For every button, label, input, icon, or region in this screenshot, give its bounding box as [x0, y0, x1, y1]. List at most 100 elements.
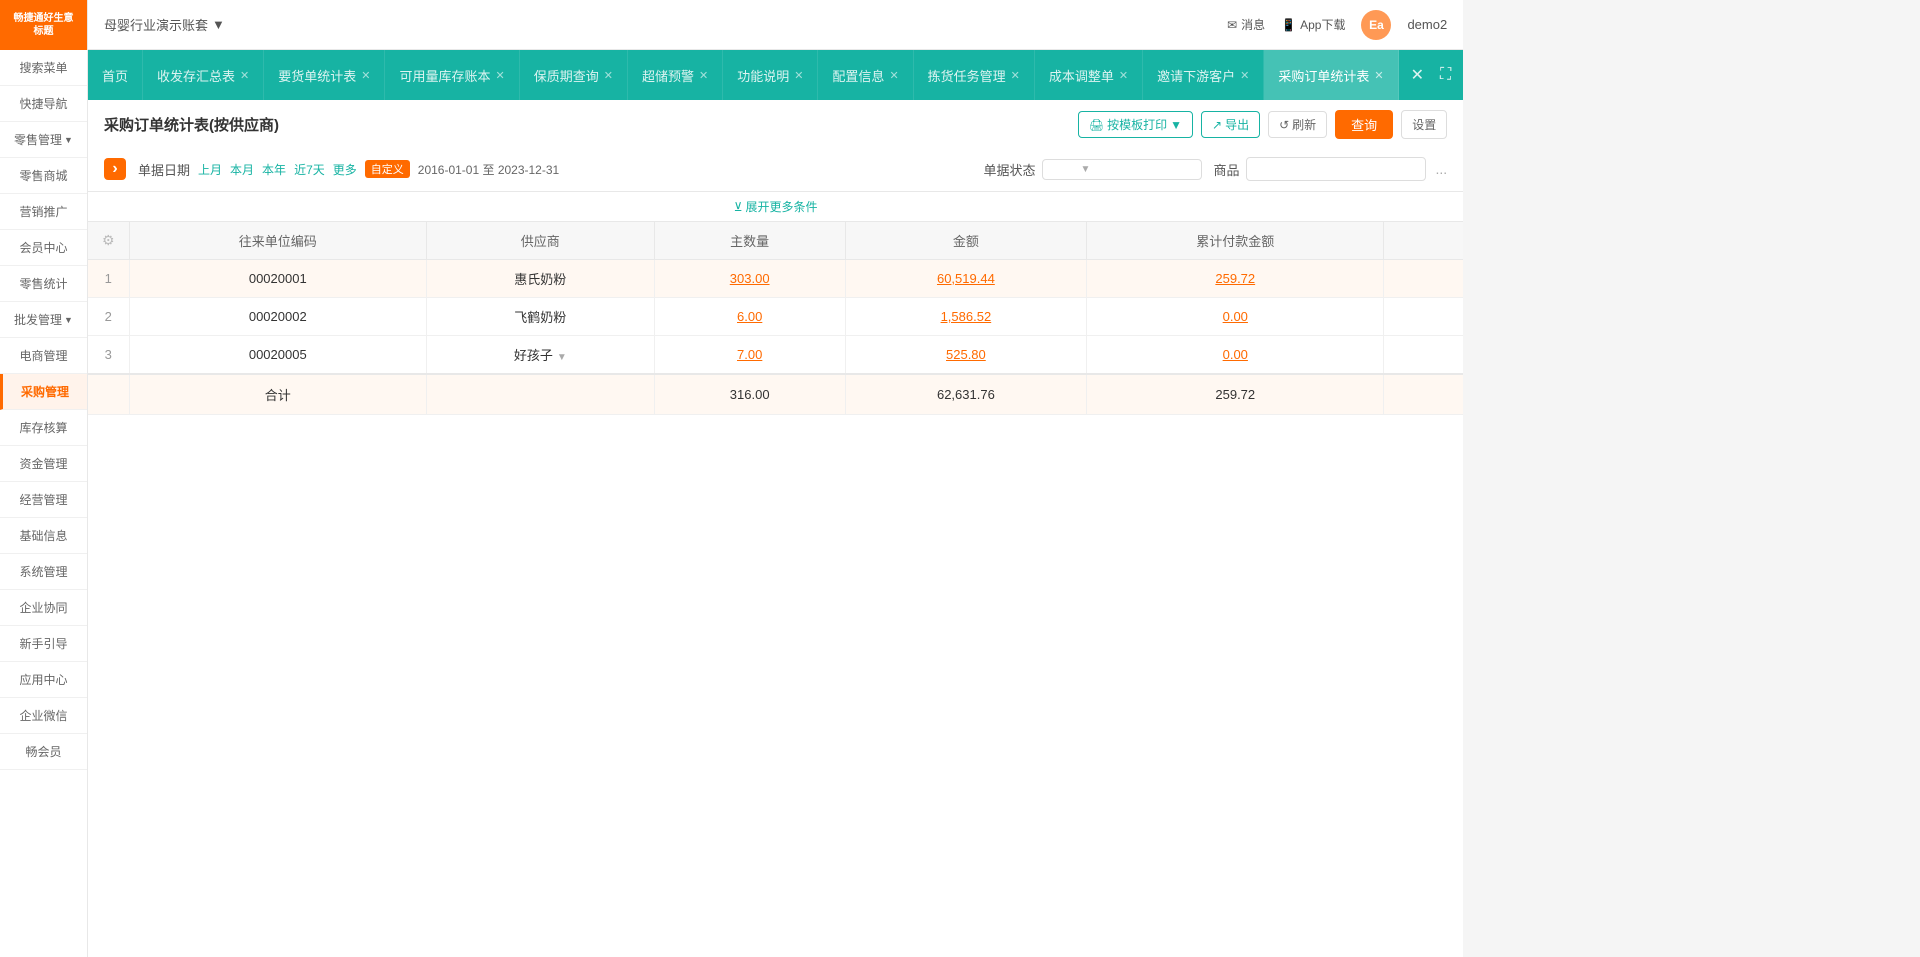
row1-amount[interactable]: 60,519.44: [845, 260, 1086, 298]
data-table: ⚙ 往来单位编码 供应商 主数量 金额 累计付款金额 1 00020001: [88, 222, 1463, 415]
export-button[interactable]: ↗ 导出: [1201, 111, 1260, 138]
tab-receive-send[interactable]: 收发存汇总表 ✕: [143, 50, 264, 100]
row2-amount[interactable]: 1,586.52: [845, 298, 1086, 336]
user-name[interactable]: demo2: [1407, 17, 1447, 32]
fullscreen-btn[interactable]: ⛶: [1436, 62, 1455, 88]
tab-config[interactable]: 配置信息 ✕: [818, 50, 913, 100]
tab-close-2[interactable]: ✕: [361, 69, 370, 82]
row2-paid[interactable]: 0.00: [1087, 298, 1384, 336]
message-icon: ✉: [1227, 18, 1237, 32]
shortcut-last-month[interactable]: 上月: [198, 161, 222, 178]
row1-qty[interactable]: 303.00: [654, 260, 845, 298]
sidebar-item-operation[interactable]: 经营管理: [0, 482, 87, 518]
refresh-button[interactable]: ↺ 刷新: [1268, 111, 1327, 138]
sidebar-item-newguide[interactable]: 新手引导: [0, 626, 87, 662]
avatar[interactable]: Ea: [1361, 10, 1391, 40]
shortcut-more[interactable]: 更多: [333, 161, 357, 178]
sidebar-item-marketing[interactable]: 营销推广: [0, 194, 87, 230]
tab-cost-adjust[interactable]: 成本调整单 ✕: [1035, 50, 1143, 100]
tab-close-3[interactable]: ✕: [496, 69, 505, 82]
more-options-icon[interactable]: ...: [1436, 161, 1448, 177]
row2-paid-link[interactable]: 0.00: [1223, 309, 1248, 324]
tab-available-stock-label: 可用量库存账本: [399, 66, 490, 85]
sidebar-item-collab[interactable]: 企业协同: [0, 590, 87, 626]
sidebar-item-changhui[interactable]: 畅会员: [0, 734, 87, 770]
row2-amount-link[interactable]: 1,586.52: [941, 309, 992, 324]
tab-close-10[interactable]: ✕: [1240, 69, 1249, 82]
row2-qty[interactable]: 6.00: [654, 298, 845, 336]
filter-toggle-button[interactable]: ›: [104, 158, 126, 180]
workspace-selector[interactable]: 母婴行业演示账套 ▼: [104, 15, 225, 34]
message-button[interactable]: ✉ 消息: [1227, 16, 1265, 33]
close-tab-btn[interactable]: ✕: [1407, 61, 1428, 89]
row3-paid[interactable]: 0.00: [1087, 336, 1384, 375]
sidebar-item-ecommerce[interactable]: 电商管理: [0, 338, 87, 374]
sidebar-item-retail-mall[interactable]: 零售商城: [0, 158, 87, 194]
shortcut-this-year[interactable]: 本年: [262, 161, 286, 178]
tab-overstock[interactable]: 超储预警 ✕: [628, 50, 723, 100]
settings-button[interactable]: 设置: [1401, 110, 1447, 139]
goods-filter-label: 商品: [1214, 160, 1240, 179]
row1-amount-link[interactable]: 60,519.44: [937, 271, 995, 286]
tab-feature-label: 功能说明: [737, 66, 789, 85]
tab-feature[interactable]: 功能说明 ✕: [723, 50, 818, 100]
tab-close-11[interactable]: ✕: [1374, 69, 1383, 82]
tab-home[interactable]: 首页: [88, 50, 143, 100]
sidebar-item-member[interactable]: 会员中心: [0, 230, 87, 266]
sidebar-item-purchase[interactable]: 采购管理: [0, 374, 87, 410]
sidebar-item-inventory[interactable]: 库存核算: [0, 410, 87, 446]
footer-label: 合计: [129, 374, 426, 415]
expand-more-button[interactable]: ⊻ 展开更多条件: [734, 198, 818, 215]
sidebar-item-finance[interactable]: 资金管理: [0, 446, 87, 482]
sidebar-item-wecom[interactable]: 企业微信: [0, 698, 87, 734]
row3-amount-link[interactable]: 525.80: [946, 347, 986, 362]
tab-invite-customer[interactable]: 邀请下游客户 ✕: [1143, 50, 1264, 100]
tab-close-7[interactable]: ✕: [889, 69, 898, 82]
sidebar-item-system[interactable]: 系统管理: [0, 554, 87, 590]
shortcut-7days[interactable]: 近7天: [294, 161, 325, 178]
tab-pick-task[interactable]: 拣货任务管理 ✕: [914, 50, 1035, 100]
nav-right-controls: ✕ ⛶: [1399, 50, 1464, 100]
sidebar-item-retail-mgmt[interactable]: 零售管理▼: [0, 122, 87, 158]
row2-supplier: 飞鹤奶粉: [426, 298, 654, 336]
footer-empty3: [1384, 374, 1463, 415]
row3-amount[interactable]: 525.80: [845, 336, 1086, 375]
tab-close-9[interactable]: ✕: [1119, 69, 1128, 82]
tab-close-4[interactable]: ✕: [604, 69, 613, 82]
goods-search-input[interactable]: [1246, 157, 1426, 181]
tab-expiry[interactable]: 保质期查询 ✕: [520, 50, 628, 100]
template-print-button[interactable]: 🖨 按模板打印 ▼: [1078, 111, 1193, 138]
row3-qty-link[interactable]: 7.00: [737, 347, 762, 362]
sidebar-item-basic[interactable]: 基础信息: [0, 518, 87, 554]
tab-close-6[interactable]: ✕: [794, 69, 803, 82]
sidebar-item-wholesale[interactable]: 批发管理▼: [0, 302, 87, 338]
query-button[interactable]: 查询: [1335, 110, 1393, 139]
content-header: 采购订单统计表(按供应商) 🖨 按模板打印 ▼ ↗ 导出 ↺ 刷新: [88, 100, 1463, 147]
row1-paid[interactable]: 259.72: [1087, 260, 1384, 298]
row2-qty-link[interactable]: 6.00: [737, 309, 762, 324]
table-header-row: ⚙ 往来单位编码 供应商 主数量 金额 累计付款金额: [88, 222, 1463, 260]
col-supplier: 供应商: [426, 222, 654, 260]
footer-empty1: [88, 374, 129, 415]
logo-text: 畅捷通好生意: [14, 12, 74, 25]
col-amount: 金额: [845, 222, 1086, 260]
tab-purchase-summary[interactable]: 采购订单统计表 ✕: [1264, 50, 1398, 100]
gear-icon[interactable]: ⚙: [102, 232, 115, 248]
row1-qty-link[interactable]: 303.00: [730, 271, 770, 286]
row3-paid-link[interactable]: 0.00: [1223, 347, 1248, 362]
custom-date-tag[interactable]: 自定义: [365, 160, 410, 178]
tab-close-8[interactable]: ✕: [1011, 69, 1020, 82]
sidebar-item-appcenter[interactable]: 应用中心: [0, 662, 87, 698]
row3-qty[interactable]: 7.00: [654, 336, 845, 375]
sidebar-search[interactable]: 搜索菜单: [0, 50, 87, 86]
tab-close-1[interactable]: ✕: [240, 69, 249, 82]
tab-available-stock[interactable]: 可用量库存账本 ✕: [385, 50, 519, 100]
tab-order-stats[interactable]: 要货单统计表 ✕: [264, 50, 385, 100]
sidebar-item-retail-stats[interactable]: 零售统计: [0, 266, 87, 302]
sidebar-shortcut[interactable]: 快捷导航: [0, 86, 87, 122]
app-download-button[interactable]: 📱 App下载: [1281, 16, 1345, 33]
shortcut-this-month[interactable]: 本月: [230, 161, 254, 178]
row1-paid-link[interactable]: 259.72: [1215, 271, 1255, 286]
status-dropdown[interactable]: ▼: [1042, 159, 1202, 180]
tab-close-5[interactable]: ✕: [699, 69, 708, 82]
